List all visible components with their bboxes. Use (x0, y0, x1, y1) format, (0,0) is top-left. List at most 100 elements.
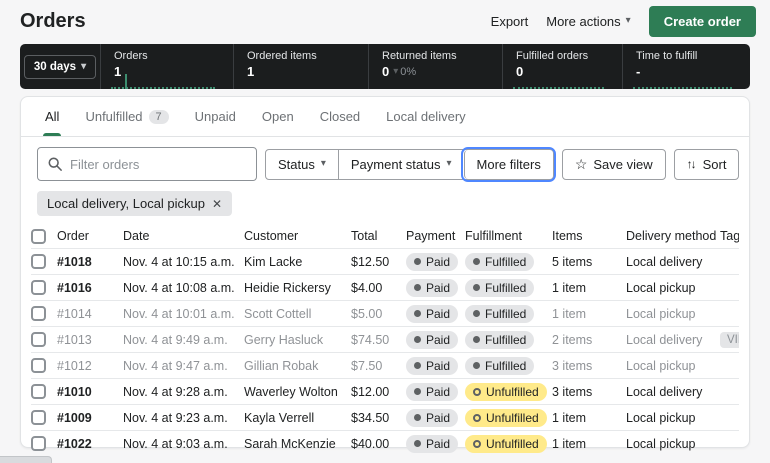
column-header-total: Total (351, 229, 406, 243)
delivery-method: Local delivery (626, 333, 720, 347)
fulfillment-status-cell: Fulfilled (465, 279, 552, 297)
status-dot-icon (473, 310, 480, 317)
tab-label: Closed (320, 109, 360, 124)
order-number[interactable]: #1018 (57, 255, 123, 269)
row-checkbox[interactable] (31, 280, 46, 295)
tab-local-delivery[interactable]: Local delivery (374, 97, 478, 136)
row-checkbox[interactable] (31, 332, 46, 347)
row-checkbox[interactable] (31, 358, 46, 373)
status-dot-icon (414, 336, 421, 343)
sort-button[interactable]: ↑↓ Sort (674, 149, 740, 180)
delivery-method: Local pickup (626, 411, 720, 425)
customer-name: Heidie Rickersy (244, 281, 351, 295)
status-dot-icon (473, 440, 481, 448)
payment-status-badge: Paid (406, 305, 458, 323)
row-checkbox[interactable] (31, 436, 46, 451)
fulfillment-status-cell: Unfulfilled (465, 383, 552, 401)
payment-status-cell: Paid (406, 279, 465, 297)
view-tabs: All Unfulfilled 7 Unpaid Open Closed Loc… (21, 97, 749, 137)
order-number[interactable]: #1014 (57, 307, 123, 321)
close-icon[interactable]: ✕ (212, 197, 222, 211)
sort-label: Sort (703, 157, 727, 172)
table-row[interactable]: #1018 Nov. 4 at 10:15 a.m. Kim Lacke $12… (31, 248, 739, 274)
date-range-button[interactable]: 30 days ▾ (24, 55, 96, 79)
status-dot-icon (473, 336, 480, 343)
save-view-button[interactable]: ☆ Save view (562, 149, 666, 180)
row-checkbox[interactable] (31, 306, 46, 321)
filter-toolbar: Status ▾ Payment status ▾ More filters ☆… (21, 137, 749, 187)
fulfillment-status-cell: Fulfilled (465, 331, 552, 349)
order-number[interactable]: #1009 (57, 411, 123, 425)
column-header-items: Items (552, 229, 626, 243)
tab-open[interactable]: Open (250, 97, 306, 136)
column-header-fulfillment: Fulfillment (465, 229, 552, 243)
search-input[interactable] (70, 157, 246, 172)
table-row[interactable]: #1009 Nov. 4 at 9:23 a.m. Kayla Verrell … (31, 404, 739, 430)
items-count: 2 items (552, 333, 626, 347)
create-order-button[interactable]: Create order (649, 6, 756, 37)
table-row[interactable]: #1012 Nov. 4 at 9:47 a.m. Gillian Robak … (31, 352, 739, 378)
stat-cell[interactable]: Fulfilled orders 0 (502, 44, 622, 89)
tab-unpaid[interactable]: Unpaid (183, 97, 248, 136)
row-checkbox[interactable] (31, 410, 46, 425)
fulfillment-status-badge: Unfulfilled (465, 383, 547, 401)
star-icon: ☆ (575, 157, 588, 171)
order-number[interactable]: #1016 (57, 281, 123, 295)
order-date: Nov. 4 at 9:47 a.m. (123, 359, 244, 373)
row-checkbox-cell (31, 436, 57, 451)
customer-name: Gillian Robak (244, 359, 351, 373)
search-icon (48, 157, 62, 171)
tab-closed[interactable]: Closed (308, 97, 372, 136)
row-checkbox-cell (31, 358, 57, 373)
payment-status-filter-button[interactable]: Payment status ▾ (338, 150, 464, 179)
status-dot-icon (414, 258, 421, 265)
row-checkbox[interactable] (31, 384, 46, 399)
stat-cell[interactable]: Orders 1 (100, 44, 233, 89)
order-number[interactable]: #1013 (57, 333, 123, 347)
more-filters-button[interactable]: More filters (464, 150, 553, 179)
table-row[interactable]: #1013 Nov. 4 at 9:49 a.m. Gerry Hasluck … (31, 326, 739, 352)
payment-status-badge: Paid (406, 279, 458, 297)
table-row[interactable]: #1016 Nov. 4 at 10:08 a.m. Heidie Ricker… (31, 274, 739, 300)
table-row[interactable]: #1014 Nov. 4 at 10:01 a.m. Scott Cottell… (31, 300, 739, 326)
stat-cell[interactable]: Returned items 0 ▾ 0% (368, 44, 502, 89)
column-header-delivery-method: Delivery method (626, 229, 720, 243)
row-checkbox-cell (31, 254, 57, 269)
order-number[interactable]: #1022 (57, 437, 123, 451)
search-box[interactable] (37, 147, 257, 181)
table-body: #1018 Nov. 4 at 10:15 a.m. Kim Lacke $12… (31, 248, 739, 456)
select-all-checkbox[interactable] (31, 229, 46, 244)
chevron-down-icon: ▾ (447, 159, 452, 169)
row-checkbox-cell (31, 384, 57, 399)
tab-unfulfilled[interactable]: Unfulfilled 7 (73, 97, 180, 136)
payment-status-badge: Paid (406, 383, 458, 401)
fulfillment-status-badge: Fulfilled (465, 279, 534, 297)
export-button[interactable]: Export (491, 14, 529, 29)
status-dot-icon (414, 388, 421, 395)
more-actions-button[interactable]: More actions ▾ (546, 14, 630, 29)
order-number[interactable]: #1012 (57, 359, 123, 373)
tab-label: All (45, 109, 59, 124)
status-dot-icon (414, 414, 421, 421)
payment-status-cell: Paid (406, 305, 465, 323)
table-row[interactable]: #1022 Nov. 4 at 9:03 a.m. Sarah McKenzie… (31, 430, 739, 456)
stat-sparkline (633, 87, 732, 89)
sort-arrows-icon: ↑↓ (687, 157, 695, 171)
table-row[interactable]: #1010 Nov. 4 at 9:28 a.m. Waverley Wolto… (31, 378, 739, 404)
items-count: 5 items (552, 255, 626, 269)
chevron-down-icon: ▾ (321, 159, 326, 169)
row-checkbox[interactable] (31, 254, 46, 269)
tab-label: Open (262, 109, 294, 124)
order-number[interactable]: #1010 (57, 385, 123, 399)
applied-filter-tag[interactable]: Local delivery, Local pickup ✕ (37, 191, 232, 216)
column-header-customer: Customer (244, 229, 351, 243)
fulfillment-status-badge: Fulfilled (465, 253, 534, 271)
tab-all[interactable]: All (33, 97, 71, 136)
stat-cell[interactable]: Ordered items 1 (233, 44, 368, 89)
order-tag: VIP (720, 332, 739, 348)
stat-cell[interactable]: Time to fulfill - (622, 44, 750, 89)
stat-value: 0 ▾ 0% (382, 64, 502, 79)
status-dot-icon (414, 284, 421, 291)
stats-cells: Orders 1 Ordered items 1 Returned items … (100, 44, 750, 89)
status-filter-button[interactable]: Status ▾ (266, 150, 338, 179)
